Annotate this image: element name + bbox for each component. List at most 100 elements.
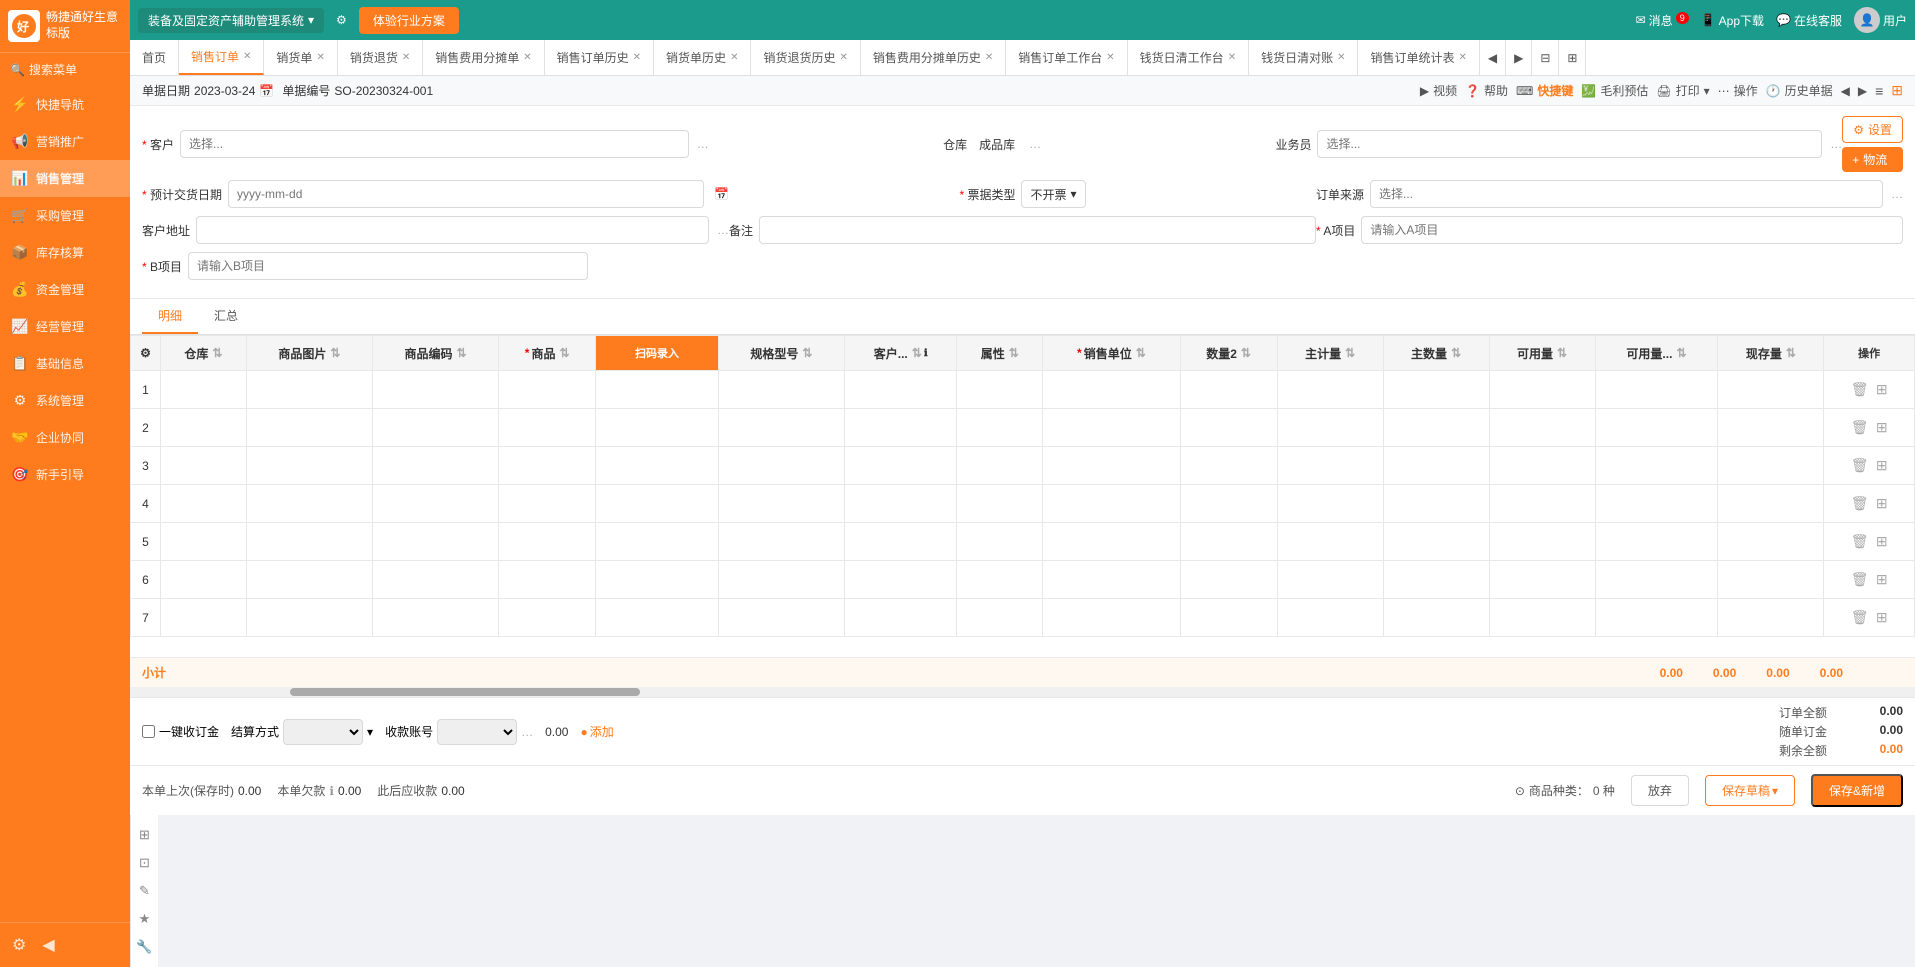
table-cell[interactable] [246, 523, 372, 561]
tab-sales-order-history[interactable]: 销售订单历史 ✕ [545, 40, 654, 75]
table-cell[interactable] [372, 371, 498, 409]
table-cell[interactable] [1043, 447, 1180, 485]
account-select[interactable] [437, 719, 517, 745]
table-cell[interactable] [1180, 447, 1277, 485]
table-cell[interactable] [1180, 599, 1277, 637]
table-cell[interactable] [161, 447, 247, 485]
table-cell[interactable] [1595, 561, 1718, 599]
table-cell[interactable] [499, 561, 596, 599]
th-warehouse[interactable]: 仓库⇅ [161, 336, 247, 371]
print-action[interactable]: 🖨 打印 ▾ [1656, 82, 1709, 99]
table-cell[interactable] [1043, 371, 1180, 409]
table-cell[interactable] [1180, 523, 1277, 561]
save-draft-button[interactable]: 保存草稿 ▾ [1705, 775, 1795, 806]
tab-expand-btn[interactable]: ⊞ [1559, 40, 1586, 75]
th-customer-code[interactable]: 客户...⇅ℹ [844, 336, 956, 371]
table-cell[interactable] [844, 409, 956, 447]
tab-sales-stats-close[interactable]: ✕ [1459, 52, 1467, 63]
view-mode-btn[interactable]: ≡ [1875, 83, 1883, 99]
table-cell[interactable] [957, 371, 1043, 409]
tab-sales-order-history-close[interactable]: ✕ [633, 52, 641, 63]
row-delete-btn[interactable]: 🗑 [1851, 457, 1869, 473]
table-cell[interactable] [372, 485, 498, 523]
table-cell[interactable] [161, 409, 247, 447]
tab-shipment-history[interactable]: 销货单历史 ✕ [654, 40, 751, 75]
table-cell[interactable] [1180, 371, 1277, 409]
table-cell[interactable] [372, 523, 498, 561]
th-main-unit[interactable]: 主计量⇅ [1277, 336, 1383, 371]
table-cell[interactable] [1489, 523, 1595, 561]
table-cell[interactable] [161, 561, 247, 599]
table-cell[interactable] [1043, 485, 1180, 523]
table-cell[interactable] [718, 409, 844, 447]
settings-icon[interactable]: ⚙ [328, 9, 355, 31]
tab-sales-order-close[interactable]: ✕ [243, 51, 251, 62]
grid-mode-btn[interactable]: ⊞ [1891, 82, 1903, 99]
sidebar-item-purchase[interactable]: 🛒 采购管理 [0, 197, 130, 234]
tab-detail[interactable]: 明细 [142, 299, 198, 334]
th-qty2[interactable]: 数量2⇅ [1180, 336, 1277, 371]
table-cell[interactable] [1277, 523, 1383, 561]
table-cell[interactable] [1718, 561, 1824, 599]
sidebar-item-finance[interactable]: 💰 资金管理 [0, 271, 130, 308]
table-cell[interactable] [718, 523, 844, 561]
sidebar-item-guide[interactable]: 🎯 新手引导 [0, 456, 130, 493]
table-cell[interactable] [1383, 485, 1489, 523]
customer-input[interactable] [180, 130, 689, 158]
table-cell[interactable] [499, 523, 596, 561]
table-cell[interactable] [372, 561, 498, 599]
table-cell[interactable] [844, 485, 956, 523]
table-cell[interactable] [844, 523, 956, 561]
sidebar-item-base-info[interactable]: 📋 基础信息 [0, 345, 130, 382]
row-copy-btn[interactable]: ⊞ [1876, 457, 1888, 473]
tab-sales-stats[interactable]: 销售订单统计表 ✕ [1358, 40, 1479, 75]
table-cell[interactable] [499, 599, 596, 637]
goods-side-btn[interactable]: + 物流 [1842, 147, 1903, 172]
tab-daily-reconcile-close[interactable]: ✕ [1337, 52, 1345, 63]
right-panel-icon-2[interactable]: ⊡ [133, 851, 157, 875]
table-cell[interactable] [1383, 523, 1489, 561]
table-cell[interactable] [957, 447, 1043, 485]
table-cell[interactable] [1718, 447, 1824, 485]
table-cell[interactable] [718, 447, 844, 485]
table-cell[interactable] [1718, 409, 1824, 447]
row-delete-btn[interactable]: 🗑 [1851, 419, 1869, 435]
row-copy-btn[interactable]: ⊞ [1876, 381, 1888, 397]
table-cell[interactable] [1383, 447, 1489, 485]
table-cell[interactable] [1383, 409, 1489, 447]
sidebar-item-enterprise[interactable]: 🤝 企业协同 [0, 419, 130, 456]
table-cell[interactable] [1277, 561, 1383, 599]
row-delete-btn[interactable]: 🗑 [1851, 571, 1869, 587]
th-spec[interactable]: 规格型号⇅ [718, 336, 844, 371]
sidebar-settings-icon[interactable]: ⚙ [8, 931, 30, 959]
table-cell[interactable] [1043, 561, 1180, 599]
tab-sales-expense-close[interactable]: ✕ [523, 52, 531, 63]
th-main-qty[interactable]: 主数量⇅ [1383, 336, 1489, 371]
table-cell[interactable] [246, 447, 372, 485]
table-cell[interactable] [246, 409, 372, 447]
table-cell[interactable] [844, 447, 956, 485]
sidebar-item-marketing[interactable]: 📢 营销推广 [0, 123, 130, 160]
th-settings[interactable]: ⚙ [131, 336, 161, 371]
discard-button[interactable]: 放弃 [1631, 775, 1689, 806]
table-cell[interactable] [596, 599, 719, 637]
tab-next-btn[interactable]: ▶ [1506, 40, 1532, 75]
table-cell[interactable] [596, 485, 719, 523]
table-cell[interactable] [161, 523, 247, 561]
table-cell[interactable] [957, 599, 1043, 637]
one-click-checkbox-item[interactable]: 一键收订金 [142, 723, 219, 740]
sidebar-collapse-icon[interactable]: ◀ [38, 931, 58, 959]
table-cell[interactable] [161, 371, 247, 409]
download-action[interactable]: 📱 App下载 [1701, 12, 1764, 29]
order-source-more-icon[interactable]: … [1891, 187, 1903, 201]
tab-daily-workbench-close[interactable]: ✕ [1228, 52, 1236, 63]
table-cell[interactable] [499, 409, 596, 447]
table-cell[interactable] [1277, 447, 1383, 485]
row-copy-btn[interactable]: ⊞ [1876, 495, 1888, 511]
sidebar-item-sales[interactable]: 📊 销售管理 [0, 160, 130, 197]
salesperson-input[interactable] [1317, 130, 1822, 158]
sidebar-item-operations[interactable]: 📈 经营管理 [0, 308, 130, 345]
table-cell[interactable] [596, 371, 719, 409]
tab-expense-history-close[interactable]: ✕ [985, 52, 993, 63]
row-copy-btn[interactable]: ⊞ [1876, 419, 1888, 435]
